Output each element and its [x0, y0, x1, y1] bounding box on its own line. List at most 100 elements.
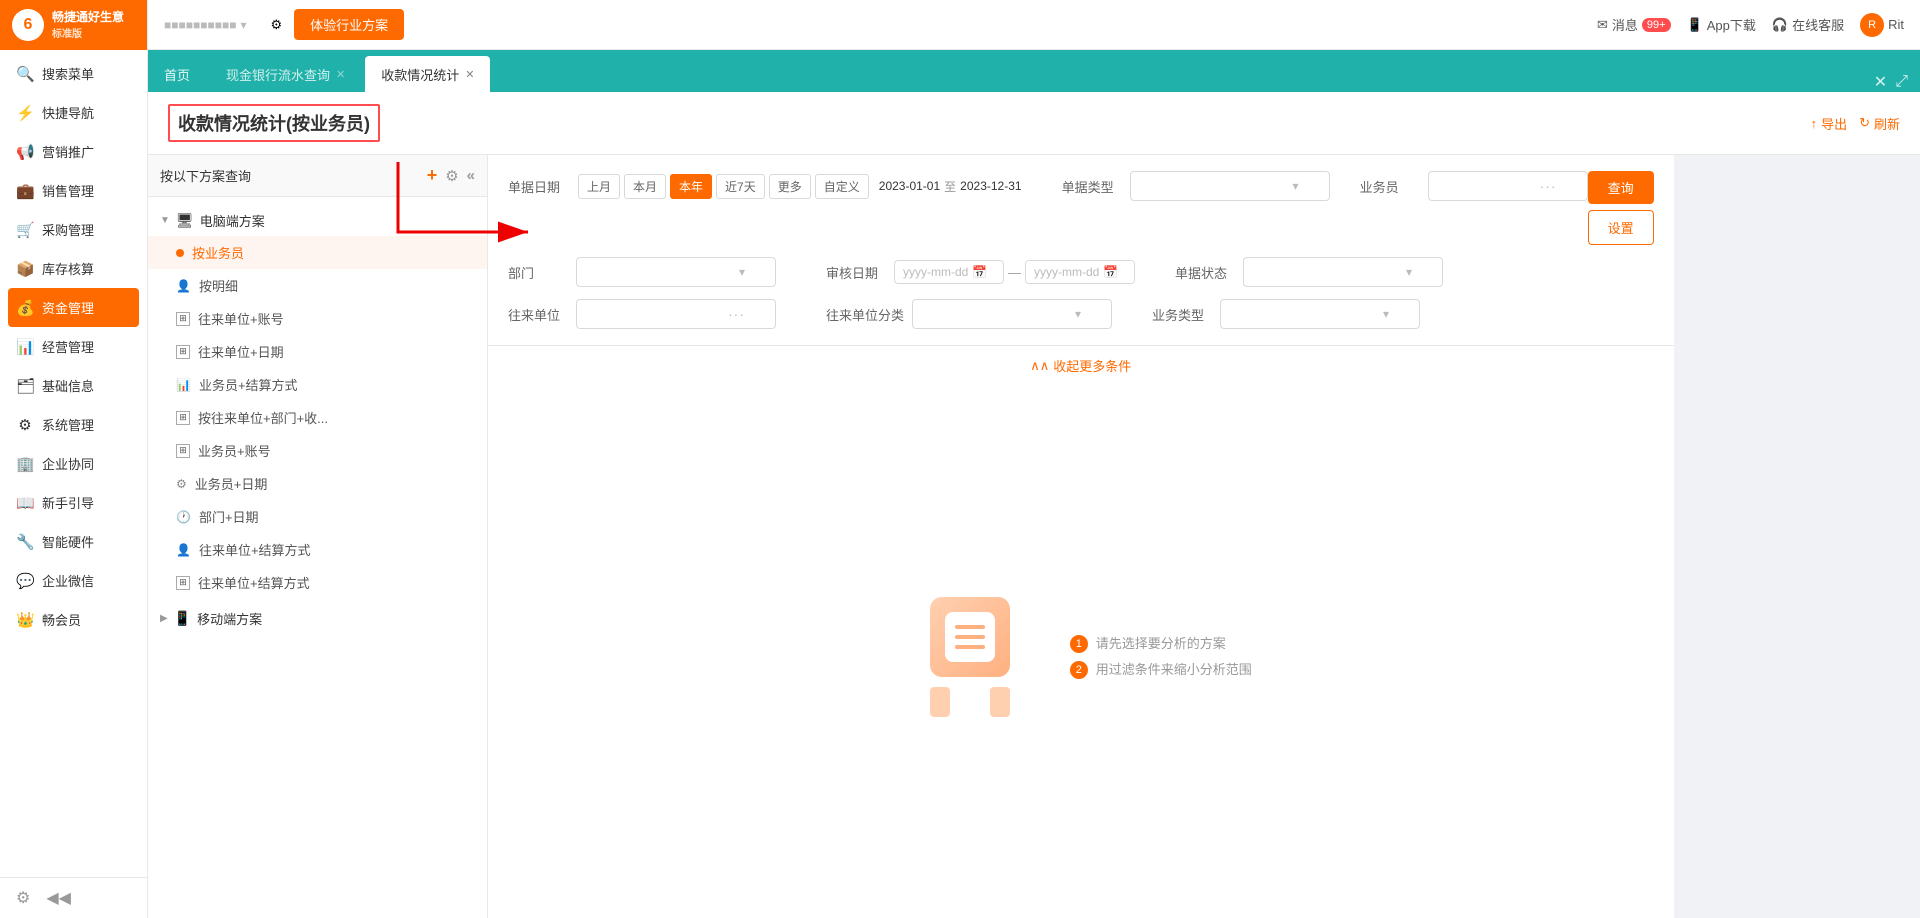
desktop-group-label: 电脑端方案: [200, 211, 265, 230]
scheme-customer-account[interactable]: ⊞ 往来单位+账号: [148, 302, 487, 335]
biz-type-select[interactable]: ▾: [1220, 299, 1420, 329]
scheme-salesperson-date-label: 业务员+日期: [195, 474, 268, 493]
sidebar-item-basic[interactable]: 🗂 基础信息: [0, 366, 147, 405]
add-scheme-icon[interactable]: +: [427, 165, 438, 186]
sidebar-item-member[interactable]: 👑 畅会员: [0, 600, 147, 639]
app-download-action[interactable]: 📱 App下载: [1687, 15, 1756, 34]
scheme-customer-settlement2-label: 往来单位+结算方式: [198, 573, 310, 592]
scheme-salesperson-settlement[interactable]: 📊 业务员+结算方式: [148, 368, 487, 401]
audit-date-to[interactable]: yyyy-mm-dd 📅: [1025, 260, 1135, 284]
sidebar-item-search[interactable]: 🔍 搜索菜单: [0, 54, 147, 93]
sidebar-item-operation[interactable]: 📊 经营管理: [0, 327, 147, 366]
sidebar-item-sales[interactable]: 💼 销售管理: [0, 171, 147, 210]
sidebar: 6 畅捷通好生意 标准版 🔍 搜索菜单 ⚡ 快捷导航 📢 营销推广 💼 销售管理…: [0, 0, 148, 918]
main-content: ■■■■■■■■■■ ▾ ⚙ 体验行业方案 ✉ 消息 99+ 📱 App下载 🎧…: [148, 0, 1920, 918]
trial-btn[interactable]: 体验行业方案: [294, 9, 404, 40]
hardware-icon: 🔧: [16, 533, 34, 551]
page-title: 收款情况统计(按业务员): [168, 104, 380, 142]
sidebar-menu: 🔍 搜索菜单 ⚡ 快捷导航 📢 营销推广 💼 销售管理 🛒 采购管理 📦 库存核…: [0, 50, 147, 877]
scheme-salesperson-date[interactable]: ⚙ 业务员+日期: [148, 467, 487, 500]
sidebar-item-inventory[interactable]: 📦 库存核算: [0, 249, 147, 288]
tab-close-all-icon[interactable]: ✕: [1874, 72, 1887, 92]
page-title-bar: 收款情况统计(按业务员) ↑ 导出 ↻ 刷新: [148, 92, 1920, 155]
partner-category-select[interactable]: ▾: [912, 299, 1112, 329]
tab-receipt-stat[interactable]: 收款情况统计 ✕: [365, 56, 490, 92]
sidebar-item-guide[interactable]: 📖 新手引导: [0, 483, 147, 522]
finance-icon: 💰: [16, 299, 34, 317]
date-tag-7days[interactable]: 近7天: [716, 174, 765, 199]
step1-text: 请先选择要分析的方案: [1096, 631, 1226, 657]
tab-receipt-stat-close[interactable]: ✕: [465, 68, 474, 81]
salesperson-label: 业务员: [1360, 177, 1420, 196]
sidebar-item-label: 经营管理: [42, 337, 94, 356]
query-button[interactable]: 查询: [1588, 171, 1654, 204]
scheme-by-salesperson[interactable]: 按业务员: [148, 236, 487, 269]
sidebar-item-marketing[interactable]: 📢 营销推广: [0, 132, 147, 171]
sidebar-item-wechat[interactable]: 💬 企业微信: [0, 561, 147, 600]
date-tag-last-month[interactable]: 上月: [578, 174, 620, 199]
collapse-sidebar-icon[interactable]: ◀◀: [46, 888, 71, 908]
step-num-2: 2: [1070, 661, 1088, 679]
sidebar-item-quicknav[interactable]: ⚡ 快捷导航: [0, 93, 147, 132]
scheme-customer-settlement2[interactable]: ⊞ 往来单位+结算方式: [148, 566, 487, 599]
desktop-schemes-group[interactable]: ▼ 🖥 电脑端方案: [148, 205, 487, 236]
table-icon-1: ⊞: [176, 312, 190, 326]
scheme-customer-date[interactable]: ⊞ 往来单位+日期: [148, 335, 487, 368]
salesperson-select[interactable]: ···: [1428, 171, 1588, 201]
messages-action[interactable]: ✉ 消息 99+: [1597, 15, 1671, 34]
tab-maximize-icon[interactable]: ⤢: [1895, 73, 1908, 91]
sidebar-item-label: 系统管理: [42, 415, 94, 434]
active-dot: [176, 249, 184, 257]
breadcrumb: ■■■■■■■■■■ ▾: [164, 18, 247, 32]
online-service-action[interactable]: 🎧 在线客服: [1772, 15, 1844, 34]
purchase-icon: 🛒: [16, 221, 34, 239]
dept-select[interactable]: ▾: [576, 257, 776, 287]
operation-icon: 📊: [16, 338, 34, 356]
date-tag-more[interactable]: 更多: [769, 174, 811, 199]
collapse-icon: ∧∧: [1030, 358, 1049, 374]
sidebar-item-enterprise[interactable]: 🏢 企业协同: [0, 444, 147, 483]
download-icon: 📱: [1687, 17, 1703, 33]
scheme-customer-settlement1[interactable]: 👤 往来单位+结算方式: [148, 533, 487, 566]
sidebar-item-hardware[interactable]: 🔧 智能硬件: [0, 522, 147, 561]
tab-bank-flow[interactable]: 现金银行流水查询 ✕: [210, 56, 361, 92]
settings-gear[interactable]: ⚙: [271, 17, 283, 33]
tab-home[interactable]: 首页: [148, 56, 206, 92]
audit-date-from[interactable]: yyyy-mm-dd 📅: [894, 260, 1004, 284]
tab-receipt-stat-label: 收款情况统计: [381, 65, 459, 84]
audit-date-label: 审核日期: [826, 263, 886, 282]
lightning-icon: ⚡: [16, 104, 34, 122]
tab-bank-flow-close[interactable]: ✕: [336, 68, 345, 81]
partner-select[interactable]: ···: [576, 299, 776, 329]
partner-label: 往来单位: [508, 305, 568, 324]
mobile-icon: 📱: [174, 610, 191, 627]
scheme-salesperson-account[interactable]: ⊞ 业务员+账号: [148, 434, 487, 467]
export-button[interactable]: ↑ 导出: [1811, 114, 1848, 133]
sidebar-item-finance[interactable]: 💰 资金管理: [8, 288, 139, 327]
calendar-icon-2: 📅: [1103, 265, 1118, 279]
scheme-by-detail[interactable]: 👤 按明细: [148, 269, 487, 302]
header-actions: ✉ 消息 99+ 📱 App下载 🎧 在线客服 R Rit: [1597, 13, 1904, 37]
step-num-1: 1: [1070, 635, 1088, 653]
service-icon: 🎧: [1772, 17, 1788, 33]
user-name: Rit: [1888, 17, 1904, 32]
panel-collapse-icon[interactable]: «: [467, 167, 475, 184]
scheme-settings-icon[interactable]: ⚙: [445, 167, 458, 185]
sidebar-item-system[interactable]: ⚙ 系统管理: [0, 405, 147, 444]
scheme-customer-dept[interactable]: ⊞ 按往来单位+部门+收...: [148, 401, 487, 434]
doc-status-select[interactable]: ▾: [1243, 257, 1443, 287]
scheme-dept-date[interactable]: 🕐 部门+日期: [148, 500, 487, 533]
collapse-button[interactable]: ∧∧ 收起更多条件: [1030, 356, 1131, 375]
user-info[interactable]: R Rit: [1860, 13, 1904, 37]
setting-button[interactable]: 设置: [1588, 210, 1654, 245]
doc-type-chevron: ▾: [1293, 179, 1299, 193]
date-tag-this-year[interactable]: 本年: [670, 174, 712, 199]
sidebar-item-purchase[interactable]: 🛒 采购管理: [0, 210, 147, 249]
date-tag-this-month[interactable]: 本月: [624, 174, 666, 199]
refresh-button[interactable]: ↻ 刷新: [1859, 114, 1900, 133]
date-tag-custom[interactable]: 自定义: [815, 174, 869, 199]
mobile-schemes-group[interactable]: ▶ 📱 移动端方案: [148, 603, 487, 634]
group-expand-icon: ▼: [160, 215, 170, 226]
doc-type-select[interactable]: ▾: [1130, 171, 1330, 201]
settings-bottom-icon[interactable]: ⚙: [16, 888, 30, 908]
